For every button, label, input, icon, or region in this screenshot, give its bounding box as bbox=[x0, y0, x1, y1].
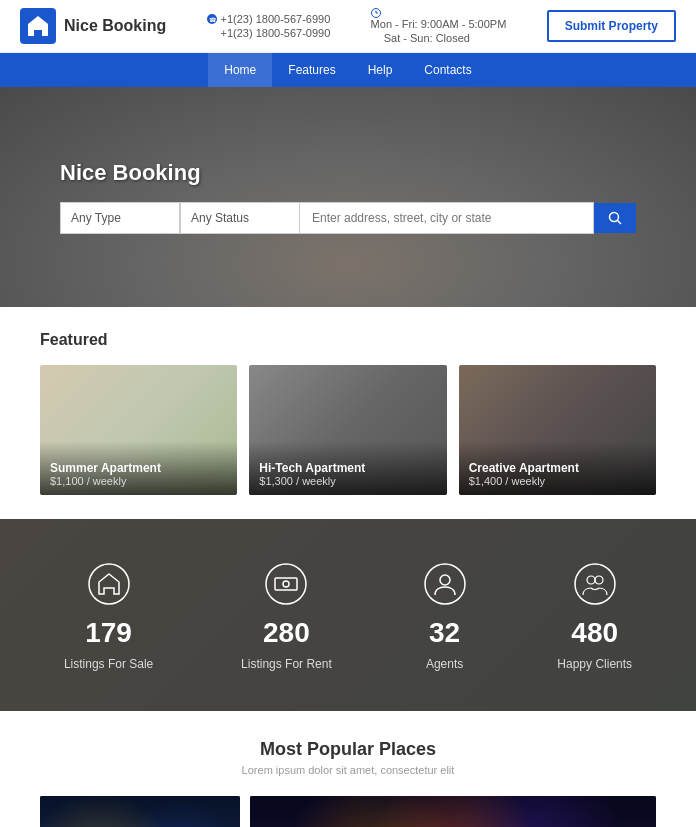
stat-listings-rent: 280 Listings For Rent bbox=[241, 559, 332, 671]
money-icon bbox=[261, 559, 311, 609]
svg-point-16 bbox=[587, 576, 595, 584]
property-card-1[interactable]: Summer Apartment $1,100 / weekly bbox=[40, 365, 237, 495]
svg-point-14 bbox=[440, 575, 450, 585]
property-card-3[interactable]: Creative Apartment $1,400 / weekly bbox=[459, 365, 656, 495]
stat-label-agents: Agents bbox=[426, 657, 463, 671]
property-card-2[interactable]: Hi-Tech Apartment $1,300 / weekly bbox=[249, 365, 446, 495]
logo-area: Nice Booking bbox=[20, 8, 166, 44]
svg-rect-1 bbox=[35, 31, 41, 36]
stat-number-clients: 480 bbox=[571, 617, 618, 649]
main-nav: Home Features Help Contacts bbox=[0, 53, 696, 87]
logo-icon bbox=[20, 8, 56, 44]
prop-price-1: $1,100 / weekly bbox=[50, 475, 227, 487]
stats-banner: 179 Listings For Sale 280 Listings For R… bbox=[0, 519, 696, 711]
clients-icon bbox=[570, 559, 620, 609]
person-icon bbox=[420, 559, 470, 609]
svg-point-7 bbox=[610, 213, 619, 222]
address-input[interactable] bbox=[300, 202, 594, 234]
hours2: Sat - Sun: Closed bbox=[371, 32, 470, 44]
status-select[interactable]: Any Status bbox=[180, 202, 300, 234]
popular-title: Most Popular Places bbox=[40, 739, 656, 760]
places-top-row: New York 3 Properties Las Vegas 4 Proper… bbox=[40, 796, 656, 827]
nav-help[interactable]: Help bbox=[352, 53, 409, 87]
site-header: Nice Booking ☎ +1(23) 1800-567-6990 +1(2… bbox=[0, 0, 696, 53]
phone1: ☎ +1(23) 1800-567-6990 bbox=[207, 13, 331, 25]
hero-content: Nice Booking Any Type Any Status bbox=[60, 160, 636, 234]
svg-rect-11 bbox=[275, 578, 297, 590]
type-select[interactable]: Any Type bbox=[60, 202, 180, 234]
hero-section: Nice Booking Any Type Any Status bbox=[0, 87, 696, 307]
home-icon bbox=[84, 559, 134, 609]
prop-price-3: $1,400 / weekly bbox=[469, 475, 646, 487]
search-icon bbox=[608, 211, 622, 225]
stat-number-rent: 280 bbox=[263, 617, 310, 649]
place-card-las-vegas[interactable]: Las Vegas 4 Properties bbox=[250, 796, 656, 827]
stat-agents: 32 Agents bbox=[420, 559, 470, 671]
stat-number-agents: 32 bbox=[429, 617, 460, 649]
prop-name-3: Creative Apartment bbox=[469, 461, 646, 475]
phone-icon: ☎ bbox=[207, 14, 217, 24]
stat-listings-sale: 179 Listings For Sale bbox=[64, 559, 153, 671]
svg-point-13 bbox=[425, 564, 465, 604]
search-bar: Any Type Any Status bbox=[60, 202, 636, 234]
featured-cards: Summer Apartment $1,100 / weekly Hi-Tech… bbox=[40, 365, 656, 495]
logo-text: Nice Booking bbox=[64, 17, 166, 35]
svg-point-17 bbox=[595, 576, 603, 584]
stat-label-rent: Listings For Rent bbox=[241, 657, 332, 671]
svg-text:☎: ☎ bbox=[208, 17, 216, 23]
featured-section: Featured Summer Apartment $1,100 / weekl… bbox=[0, 307, 696, 519]
popular-section: Most Popular Places Lorem ipsum dolor si… bbox=[0, 711, 696, 827]
svg-point-9 bbox=[89, 564, 129, 604]
stat-clients: 480 Happy Clients bbox=[557, 559, 632, 671]
stat-label-clients: Happy Clients bbox=[557, 657, 632, 671]
featured-title: Featured bbox=[40, 331, 656, 349]
stat-label-sale: Listings For Sale bbox=[64, 657, 153, 671]
stat-number-sale: 179 bbox=[85, 617, 132, 649]
nav-contacts[interactable]: Contacts bbox=[408, 53, 487, 87]
hours1: Mon - Fri: 9:00AM - 5:00PM bbox=[371, 8, 507, 30]
place-card-new-york[interactable]: New York 3 Properties bbox=[40, 796, 240, 827]
phone2: +1(23) 1800-567-0990 bbox=[207, 27, 331, 39]
svg-point-10 bbox=[266, 564, 306, 604]
header-hours: Mon - Fri: 9:00AM - 5:00PM Sat - Sun: Cl… bbox=[371, 8, 507, 44]
prop-name-1: Summer Apartment bbox=[50, 461, 227, 475]
svg-point-15 bbox=[575, 564, 615, 604]
svg-line-8 bbox=[618, 221, 622, 225]
search-button[interactable] bbox=[594, 203, 636, 233]
hero-title: Nice Booking bbox=[60, 160, 636, 186]
nav-home[interactable]: Home bbox=[208, 53, 272, 87]
popular-subtitle: Lorem ipsum dolor sit amet, consectetur … bbox=[40, 764, 656, 776]
prop-price-2: $1,300 / weekly bbox=[259, 475, 436, 487]
nav-features[interactable]: Features bbox=[272, 53, 351, 87]
header-contact: ☎ +1(23) 1800-567-6990 +1(23) 1800-567-0… bbox=[207, 13, 331, 39]
svg-point-12 bbox=[283, 581, 289, 587]
submit-property-button[interactable]: Submit Property bbox=[547, 10, 676, 42]
clock-icon bbox=[371, 8, 381, 18]
prop-name-2: Hi-Tech Apartment bbox=[259, 461, 436, 475]
